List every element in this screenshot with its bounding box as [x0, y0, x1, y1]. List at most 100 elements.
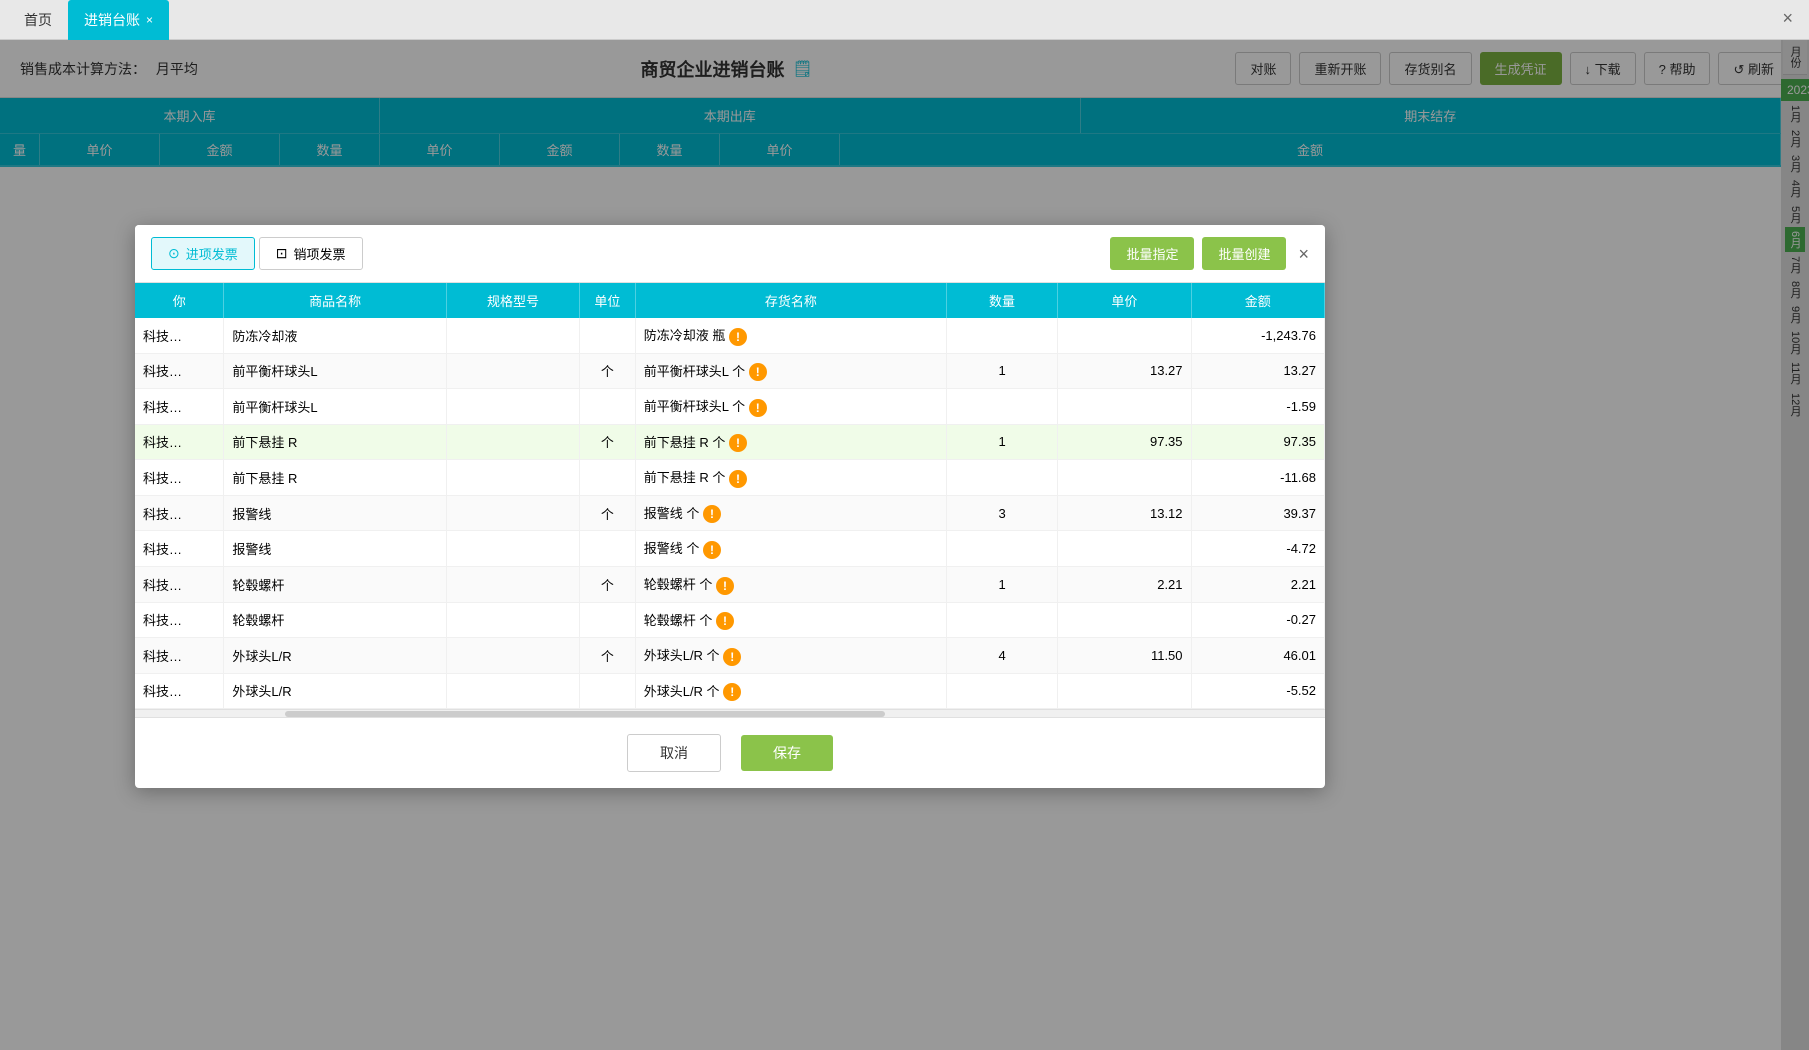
save-button[interactable]: 保存 [741, 735, 833, 771]
table-row: 科技…轮毂螺杆轮毂螺杆 个 !-0.27 [135, 602, 1325, 638]
table-cell: 3 [946, 495, 1057, 531]
table-cell [946, 460, 1057, 496]
table-cell [446, 495, 579, 531]
warning-icon: ! [716, 612, 734, 630]
col-header-amount: 金额 [1191, 283, 1324, 318]
incoming-tab-icon: ⊙ [168, 245, 180, 262]
table-cell [1058, 673, 1191, 709]
table-cell [946, 531, 1057, 567]
table-cell [580, 531, 636, 567]
table-row: 科技…前平衡杆球头L前平衡杆球头L 个 !-1.59 [135, 389, 1325, 425]
col-header-company: 你 [135, 283, 224, 318]
table-cell: 前下悬挂 R [224, 460, 446, 496]
table-cell: 2.21 [1058, 566, 1191, 602]
table-cell [946, 673, 1057, 709]
table-cell: -0.27 [1191, 602, 1324, 638]
table-cell: -4.72 [1191, 531, 1324, 567]
table-cell: 外球头L/R [224, 673, 446, 709]
table-row: 科技…防冻冷却液防冻冷却液 瓶 !-1,243.76 [135, 318, 1325, 353]
table-cell: 防冻冷却液 瓶 ! [635, 318, 946, 353]
warning-icon: ! [723, 648, 741, 666]
table-cell: 前平衡杆球头L [224, 353, 446, 389]
cancel-button[interactable]: 取消 [627, 734, 721, 772]
table-cell: 科技… [135, 389, 224, 425]
modal-table: 你 商品名称 规格型号 单位 存货名称 数量 单价 金额 科技…防冻冷却液防冻冷… [135, 283, 1325, 709]
table-cell [446, 318, 579, 353]
table-cell: 个 [580, 424, 636, 460]
table-cell [580, 673, 636, 709]
table-cell [446, 673, 579, 709]
table-cell: -1.59 [1191, 389, 1324, 425]
table-cell: 4 [946, 638, 1057, 674]
col-header-unit-price: 单价 [1058, 283, 1191, 318]
table-cell: 前下悬挂 R 个 ! [635, 460, 946, 496]
table-cell: 报警线 [224, 531, 446, 567]
table-cell [446, 389, 579, 425]
table-cell: 外球头L/R [224, 638, 446, 674]
batch-assign-button[interactable]: 批量指定 [1110, 237, 1194, 270]
active-tab[interactable]: 进销台账 × [68, 0, 169, 40]
table-cell: 13.27 [1191, 353, 1324, 389]
table-cell: 报警线 个 ! [635, 495, 946, 531]
table-cell: 前下悬挂 R [224, 424, 446, 460]
table-cell [1058, 389, 1191, 425]
table-cell: 科技… [135, 353, 224, 389]
table-cell: 前下悬挂 R 个 ! [635, 424, 946, 460]
table-row: 科技…外球头L/R个外球头L/R 个 !411.5046.01 [135, 638, 1325, 674]
table-cell [446, 531, 579, 567]
home-tab[interactable]: 首页 [8, 0, 68, 40]
table-cell: -11.68 [1191, 460, 1324, 496]
inventory-name-text: 前平衡杆球头L 个 [644, 399, 749, 414]
table-row: 科技…报警线报警线 个 !-4.72 [135, 531, 1325, 567]
active-tab-label: 进销台账 [84, 10, 140, 30]
table-cell: 2.21 [1191, 566, 1324, 602]
modal-table-wrapper[interactable]: 你 商品名称 规格型号 单位 存货名称 数量 单价 金额 科技…防冻冷却液防冻冷… [135, 283, 1325, 709]
warning-icon: ! [703, 541, 721, 559]
table-row: 科技…轮毂螺杆个轮毂螺杆 个 !12.212.21 [135, 566, 1325, 602]
table-cell: 防冻冷却液 [224, 318, 446, 353]
table-cell [446, 638, 579, 674]
table-cell: 轮毂螺杆 [224, 602, 446, 638]
batch-create-button[interactable]: 批量创建 [1202, 237, 1286, 270]
table-cell [580, 460, 636, 496]
table-cell: 97.35 [1058, 424, 1191, 460]
table-cell [946, 602, 1057, 638]
table-cell [946, 389, 1057, 425]
table-cell: 个 [580, 566, 636, 602]
window-close-button[interactable]: × [1782, 8, 1793, 29]
table-cell: 1 [946, 566, 1057, 602]
tab-close-icon[interactable]: × [146, 13, 153, 27]
outgoing-tab-label: 销项发票 [293, 244, 345, 263]
table-cell [946, 318, 1057, 353]
table-cell: 个 [580, 495, 636, 531]
table-header-row: 你 商品名称 规格型号 单位 存货名称 数量 单价 金额 [135, 283, 1325, 318]
inventory-name-text: 报警线 个 [644, 541, 703, 556]
col-header-product-name: 商品名称 [224, 283, 446, 318]
warning-icon: ! [729, 328, 747, 346]
table-cell [446, 460, 579, 496]
table-cell: 46.01 [1191, 638, 1324, 674]
table-cell: 科技… [135, 424, 224, 460]
main-content: 销售成本计算方法： 月平均 商贸企业进销台账 🗒 对账 重新开账 存货别名 生成… [0, 40, 1809, 1050]
warning-icon: ! [716, 577, 734, 595]
table-cell: 轮毂螺杆 个 ! [635, 602, 946, 638]
warning-icon: ! [729, 470, 747, 488]
col-header-unit: 单位 [580, 283, 636, 318]
warning-icon: ! [749, 363, 767, 381]
inventory-name-text: 前下悬挂 R 个 [644, 435, 729, 450]
tab-incoming-invoice[interactable]: ⊙ 进项发票 [151, 237, 255, 270]
table-cell [580, 389, 636, 425]
inventory-name-text: 防冻冷却液 瓶 [644, 328, 729, 343]
table-cell: 报警线 个 ! [635, 531, 946, 567]
table-cell: 前平衡杆球头L [224, 389, 446, 425]
table-cell: 个 [580, 353, 636, 389]
modal-close-button[interactable]: × [1298, 245, 1309, 263]
modal-header: ⊙ 进项发票 ⊡ 销项发票 批量指定 批量创建 × [135, 225, 1325, 283]
tab-outgoing-invoice[interactable]: ⊡ 销项发票 [259, 237, 363, 270]
table-cell: 轮毂螺杆 个 ! [635, 566, 946, 602]
horizontal-scrollbar[interactable] [135, 709, 1325, 717]
table-cell: 外球头L/R 个 ! [635, 638, 946, 674]
table-cell [580, 602, 636, 638]
table-cell: 报警线 [224, 495, 446, 531]
inventory-name-text: 轮毂螺杆 个 [644, 613, 716, 628]
